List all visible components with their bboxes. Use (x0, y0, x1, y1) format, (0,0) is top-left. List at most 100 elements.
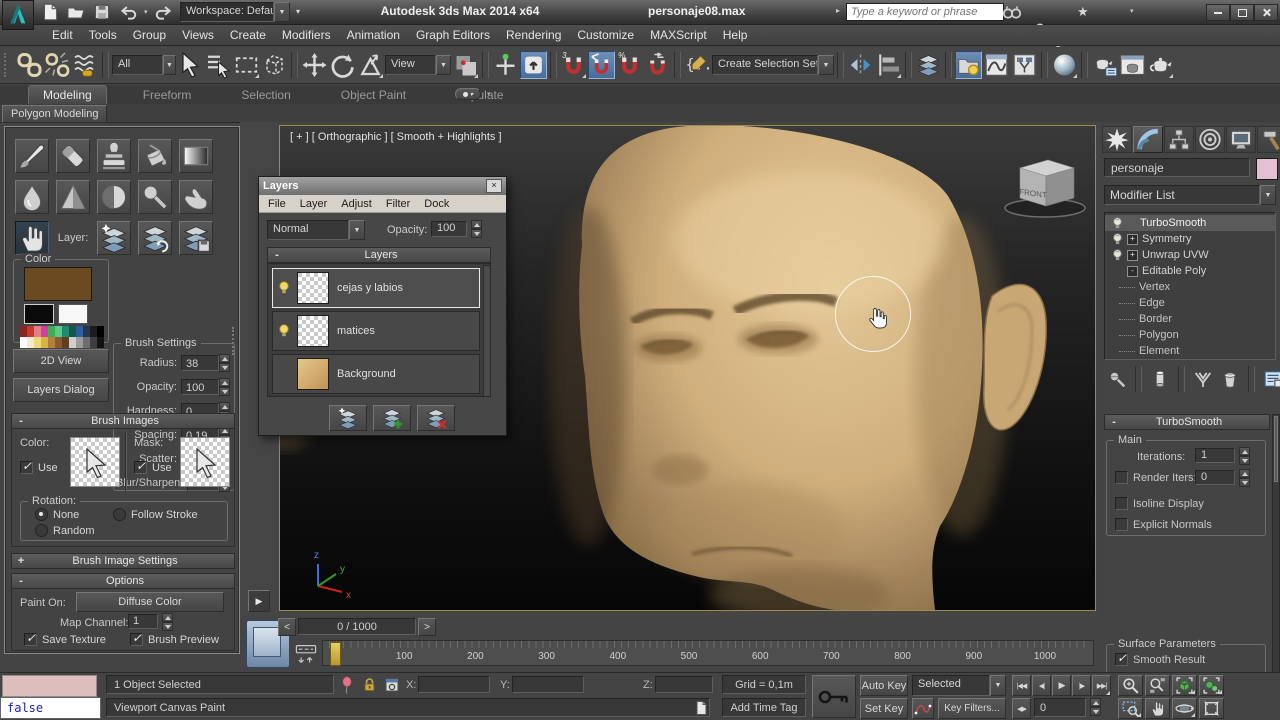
restore-button[interactable] (1230, 4, 1254, 21)
menu-maxscript[interactable]: MAXScript (642, 25, 715, 45)
absolute-mode-icon[interactable] (384, 677, 400, 693)
align-icon[interactable] (875, 51, 902, 79)
default-in-out-tangent-button[interactable] (912, 698, 934, 719)
new-file-icon[interactable] (40, 2, 60, 22)
configure-modifier-sets-icon[interactable] (1262, 368, 1280, 390)
paint-on-button[interactable]: Diffuse Color (76, 592, 224, 612)
schematic-view-icon[interactable] (1011, 51, 1038, 79)
maxscript-listener-pink[interactable] (2, 675, 97, 697)
palette-swatch[interactable] (48, 337, 55, 348)
dodge-burn-tool[interactable] (97, 180, 131, 214)
selected-keys-arrow[interactable]: ▼ (990, 675, 1006, 696)
palette-swatch[interactable] (69, 337, 76, 348)
isolate-balloon-icon[interactable] (340, 676, 354, 695)
ribbon-minimize-pill[interactable]: ▾ (455, 88, 481, 100)
brush-setting-field[interactable]: 100 (181, 378, 219, 395)
manage-layers-icon[interactable] (915, 51, 942, 79)
menu-graph-editors[interactable]: Graph Editors (408, 25, 498, 45)
reference-coord-arrow[interactable]: ▼ (436, 55, 451, 75)
blend-mode-arrow[interactable]: ▼ (349, 220, 365, 240)
main-color-swatch[interactable] (24, 267, 92, 301)
close-button[interactable] (1254, 4, 1278, 21)
next-frame-playback-button[interactable]: |▶ (1072, 675, 1091, 696)
layer-visibility-bulb-icon[interactable] (277, 280, 291, 296)
modifier-bulb-icon[interactable] (1111, 216, 1124, 231)
stack-subobject-vertex[interactable]: Vertex (1105, 279, 1275, 295)
layers-menu-adjust[interactable]: Adjust (334, 196, 379, 212)
previous-frame-button[interactable]: < (278, 618, 296, 636)
sharpen-tool[interactable] (56, 180, 90, 214)
stack-item-editable-poly[interactable]: - Editable Poly (1105, 263, 1275, 279)
rotation-follow-radio[interactable] (113, 508, 126, 521)
modifier-list-arrow[interactable]: ▼ (1260, 185, 1276, 205)
layers-dialog[interactable]: Layers × File Layer Adjust Filter Dock Norma… (258, 176, 507, 436)
current-frame-field[interactable]: 0 (1034, 698, 1086, 717)
orbit-icon[interactable] (1172, 698, 1197, 719)
create-tab[interactable] (1102, 126, 1132, 153)
stack-expand-box[interactable]: - (1127, 265, 1138, 277)
render-setup-icon[interactable] (1091, 51, 1118, 79)
gradient-tool[interactable] (179, 139, 213, 173)
menu-edit[interactable]: Edit (44, 25, 81, 45)
menu-modifiers[interactable]: Modifiers (274, 25, 339, 45)
fill-tool[interactable] (138, 139, 172, 173)
zoom-icon[interactable] (1118, 675, 1143, 696)
palette-swatch[interactable] (97, 337, 104, 348)
layer-visibility-bulb-icon[interactable] (277, 366, 291, 382)
time-slider[interactable] (330, 642, 341, 666)
layers-menu-filter[interactable]: Filter (379, 196, 417, 212)
palette-swatch[interactable] (76, 326, 83, 337)
menu-animation[interactable]: Animation (339, 25, 408, 45)
select-object-icon[interactable] (177, 51, 204, 79)
brush-setting-spinner[interactable] (219, 353, 230, 372)
menu-rendering[interactable]: Rendering (498, 25, 569, 45)
curve-editor-icon[interactable] (983, 51, 1010, 79)
rotation-none-radio[interactable] (35, 508, 48, 521)
brush-preview-checkbox[interactable] (130, 631, 143, 646)
object-name-field[interactable]: personaje (1104, 158, 1250, 177)
hierarchy-tab[interactable] (1164, 126, 1194, 153)
bind-to-spacewarp-icon[interactable] (72, 51, 99, 79)
mini-curve-editor-icon[interactable] (294, 642, 318, 666)
workspace-flyout-arrow[interactable]: ▾ (296, 7, 300, 16)
smudge-tool[interactable] (179, 180, 213, 214)
iterations-field[interactable]: 1 (1195, 448, 1235, 463)
layer-visibility-bulb-icon[interactable] (277, 323, 291, 339)
show-end-result-icon[interactable] (1149, 368, 1171, 390)
snaps-toggle-icon[interactable]: 3 (560, 51, 587, 79)
next-frame-button[interactable]: > (418, 618, 436, 636)
selection-filter-dropdown[interactable]: All ▼ (112, 55, 176, 75)
rectangular-selection-region-icon[interactable] (233, 51, 260, 79)
make-unique-icon[interactable] (1192, 368, 1214, 390)
brush-setting-field[interactable]: 38 (181, 354, 219, 371)
layer-item[interactable]: matices (272, 311, 480, 351)
palette-swatch[interactable] (27, 326, 34, 337)
modifier-bulb-icon[interactable] (1111, 248, 1124, 263)
render-iters-spinner[interactable] (1239, 469, 1250, 487)
utilities-tab[interactable] (1257, 126, 1280, 153)
pan-hand-tool[interactable] (15, 221, 49, 255)
undo-icon[interactable] (118, 2, 138, 22)
use-pivot-center-icon[interactable] (452, 51, 479, 79)
layer-new-button[interactable] (97, 221, 131, 255)
modifier-list-dropdown[interactable]: Modifier List ▼ (1104, 185, 1276, 205)
percent-snap-icon[interactable]: % (616, 51, 643, 79)
material-editor-icon[interactable] (1051, 51, 1078, 79)
named-selection-sets-arrow[interactable]: ▼ (818, 55, 834, 75)
modify-tab[interactable] (1133, 126, 1163, 153)
edit-named-selection-sets-icon[interactable]: {..} (684, 51, 711, 79)
zoom-all-icon[interactable] (1145, 675, 1170, 696)
opacity-spinner[interactable] (471, 220, 482, 238)
layers-menu-dock[interactable]: Dock (417, 196, 456, 212)
favorites-star-icon[interactable]: ★ (1077, 4, 1089, 20)
ribbon-tab-modeling[interactable]: Modeling (28, 85, 107, 104)
render-production-icon[interactable] (1147, 51, 1174, 79)
iterations-spinner[interactable] (1239, 447, 1250, 465)
workspace-dropdown-arrow[interactable]: ▼ (274, 2, 290, 22)
layer-list-scrollbar[interactable] (483, 265, 491, 397)
select-and-rotate-icon[interactable] (329, 51, 356, 79)
ribbon-tab-selection[interactable]: Selection (227, 86, 304, 104)
redo-icon[interactable] (154, 2, 174, 22)
clone-stamp-tool[interactable] (97, 139, 131, 173)
stack-item-unwrap-uvw[interactable]: + Unwrap UVW (1105, 247, 1275, 263)
